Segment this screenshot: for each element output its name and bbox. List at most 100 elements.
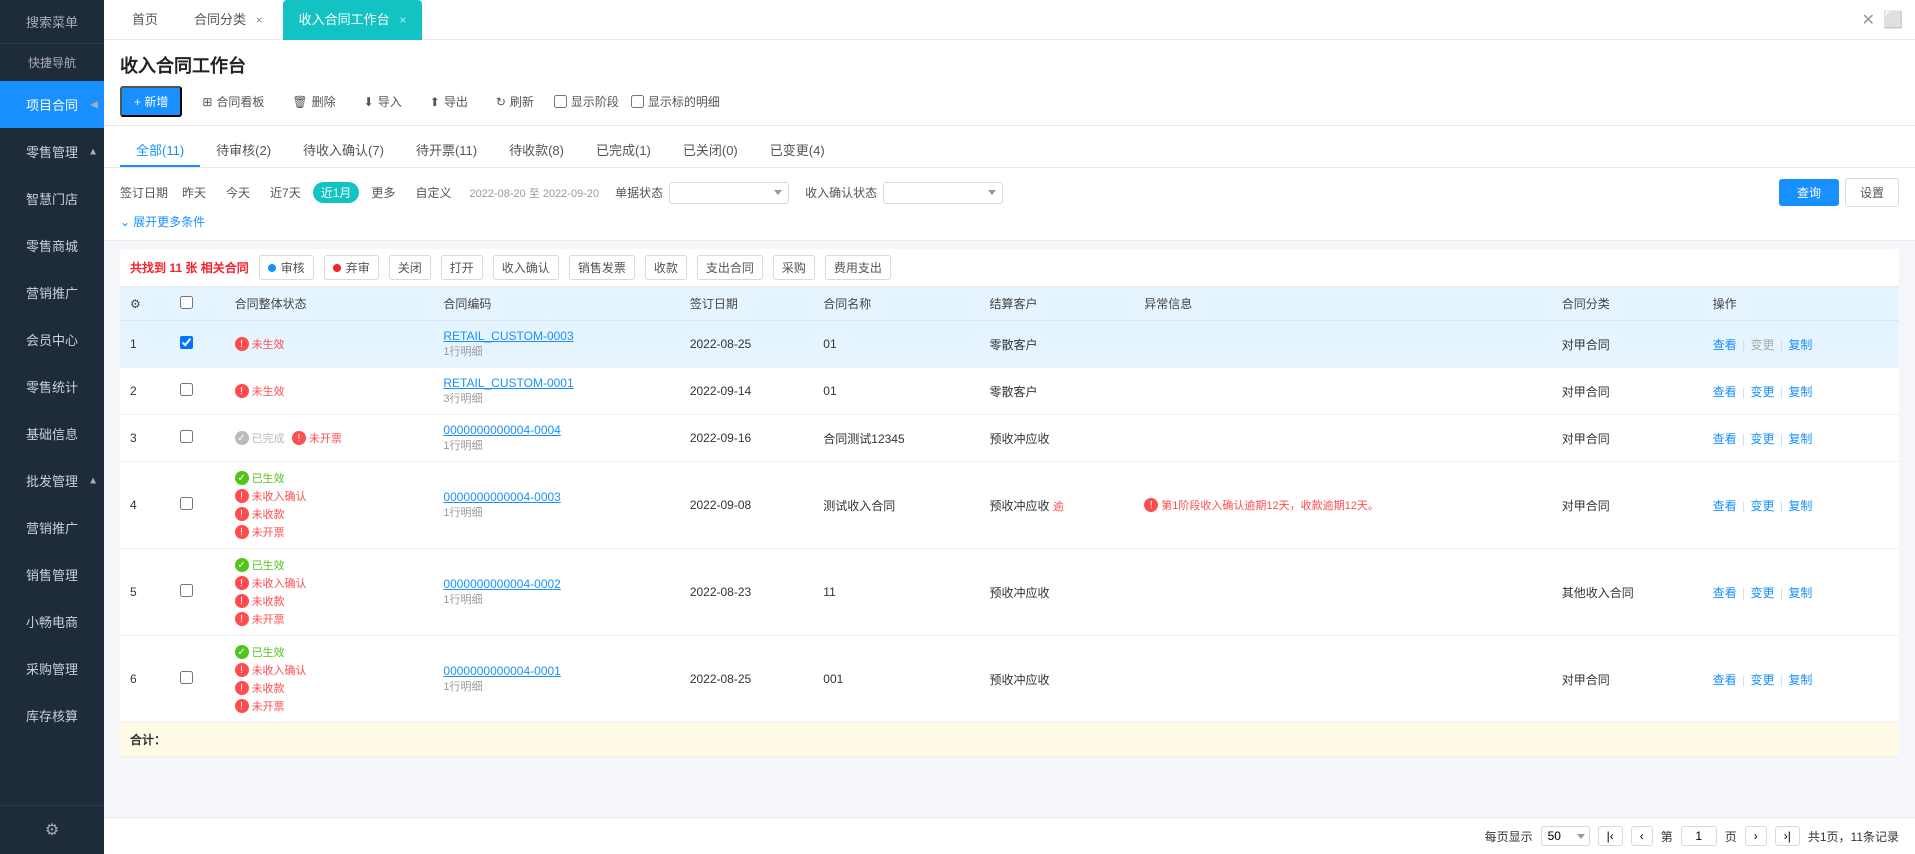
filter-tab-pending-review[interactable]: 待审核(2) [200, 134, 287, 167]
contract-code-link[interactable]: RETAIL_CUSTOM-0003 [443, 329, 573, 343]
filter-tab-completed[interactable]: 已完成(1) [580, 134, 667, 167]
filter-tab-pending-payment[interactable]: 待收款(8) [493, 134, 580, 167]
td-check[interactable] [170, 415, 224, 462]
purchase-button[interactable]: 采购 [773, 255, 815, 280]
page-input[interactable] [1681, 826, 1717, 846]
expense-contract-button[interactable]: 支出合同 [697, 255, 763, 280]
sidebar-item-stats[interactable]: 零售统计 [0, 363, 104, 410]
view-op-button[interactable]: 查看 [1713, 499, 1737, 513]
delete-button[interactable]: 🗑 删除 [284, 89, 343, 114]
sidebar-item-retail2[interactable]: 零售商城 [0, 222, 104, 269]
show-field-input[interactable] [554, 95, 567, 108]
date-opt-7days[interactable]: 近7天 [262, 182, 309, 203]
tab-contract-category[interactable]: 合同分类 × [178, 0, 279, 40]
prev-page-button[interactable]: ‹ [1631, 826, 1653, 846]
sidebar-item-wholesale[interactable]: 批发管理 [0, 457, 104, 504]
review-button[interactable]: 审核 [259, 255, 314, 280]
contract-code-link[interactable]: 0000000000004-0002 [443, 577, 560, 591]
doc-status-select[interactable] [669, 182, 789, 204]
copy-op-button[interactable]: 复制 [1788, 673, 1812, 687]
collection-button[interactable]: 收款 [645, 255, 687, 280]
last-page-button[interactable]: ›| [1775, 826, 1800, 846]
view-op-button[interactable]: 查看 [1713, 673, 1737, 687]
sidebar-item-stock[interactable]: 库存核算 [0, 692, 104, 739]
open-contract-button[interactable]: 打开 [441, 255, 483, 280]
sidebar-item-retail[interactable]: 零售管理 [0, 128, 104, 175]
filter-tab-closed[interactable]: 已关闭(0) [667, 134, 754, 167]
window-close-button[interactable]: ✕ [1862, 10, 1875, 30]
edit-op-button[interactable]: 变更 [1750, 432, 1774, 446]
edit-op-button[interactable]: 变更 [1750, 586, 1774, 600]
row-checkbox[interactable] [180, 430, 193, 443]
show-detail-checkbox[interactable]: 显示标的明细 [631, 93, 720, 110]
sales-invoice-button[interactable]: 销售发票 [569, 255, 635, 280]
sidebar-item-smart[interactable]: 智慧门店 [0, 175, 104, 222]
td-check[interactable] [170, 368, 224, 415]
tab-contract-workbench[interactable]: 收入合同工作台 × [283, 0, 423, 40]
refresh-button[interactable]: ↻ 刷新 [488, 89, 542, 114]
sidebar-item-sales[interactable]: 销售管理 [0, 551, 104, 598]
income-confirm-button[interactable]: 收入确认 [493, 255, 559, 280]
date-opt-yesterday[interactable]: 昨天 [174, 182, 214, 203]
view-op-button[interactable]: 查看 [1713, 385, 1737, 399]
edit-op-button[interactable]: 变更 [1750, 673, 1774, 687]
sidebar-item-member[interactable]: 会员中心 [0, 316, 104, 363]
kanban-button[interactable]: ⊞ 合同看板 [194, 89, 272, 114]
row-checkbox[interactable] [180, 383, 193, 396]
search-button[interactable]: 查询 [1779, 179, 1839, 206]
view-op-button[interactable]: 查看 [1713, 586, 1737, 600]
sidebar-item-marketing2[interactable]: 营销推广 [0, 504, 104, 551]
row-checkbox[interactable] [180, 336, 193, 349]
next-page-button[interactable]: › [1745, 826, 1767, 846]
first-page-button[interactable]: |‹ [1598, 826, 1623, 846]
page-size-select[interactable]: 50 100 200 [1541, 826, 1590, 846]
select-all-checkbox[interactable] [180, 296, 193, 309]
copy-op-button[interactable]: 复制 [1788, 432, 1812, 446]
settings-icon[interactable]: ⚙ [0, 805, 104, 854]
edit-op-button[interactable]: 变更 [1750, 385, 1774, 399]
date-opt-1month[interactable]: 近1月 [313, 182, 360, 203]
contract-code-link[interactable]: RETAIL_CUSTOM-0001 [443, 376, 573, 390]
td-check[interactable] [170, 321, 224, 368]
th-check[interactable] [170, 287, 224, 321]
filter-tab-pending-invoice[interactable]: 待开票(11) [400, 134, 493, 167]
row-checkbox[interactable] [180, 497, 193, 510]
td-check[interactable] [170, 636, 224, 723]
date-opt-today[interactable]: 今天 [218, 182, 258, 203]
copy-op-button[interactable]: 复制 [1788, 338, 1812, 352]
show-detail-input[interactable] [631, 95, 644, 108]
export-button[interactable]: ⬆ 导出 [422, 89, 476, 114]
date-opt-custom[interactable]: 自定义 [407, 182, 459, 203]
contract-code-link[interactable]: 0000000000004-0004 [443, 423, 560, 437]
copy-op-button[interactable]: 复制 [1788, 385, 1812, 399]
edit-op-button[interactable]: 变更 [1750, 499, 1774, 513]
close-contract-button[interactable]: 关闭 [389, 255, 431, 280]
date-opt-more[interactable]: 更多 [363, 182, 403, 203]
copy-op-button[interactable]: 复制 [1788, 586, 1812, 600]
td-check[interactable] [170, 549, 224, 636]
tab-home[interactable]: 首页 [116, 0, 174, 40]
sidebar-item-base[interactable]: 基础信息 [0, 410, 104, 457]
contract-code-link[interactable]: 0000000000004-0001 [443, 664, 560, 678]
tab-close-workbench[interactable]: × [399, 13, 406, 27]
sidebar-item-purchase[interactable]: 采购管理 [0, 645, 104, 692]
sidebar-item-marketing[interactable]: 营销推广 [0, 269, 104, 316]
view-op-button[interactable]: 查看 [1713, 432, 1737, 446]
th-settings[interactable]: ⚙ [120, 287, 170, 321]
copy-op-button[interactable]: 复制 [1788, 499, 1812, 513]
sidebar-item-ecom[interactable]: 小畅电商 [0, 598, 104, 645]
tab-close-category[interactable]: × [256, 13, 263, 27]
filter-tab-pending-confirm[interactable]: 待收入确认(7) [287, 134, 400, 167]
row-checkbox[interactable] [180, 671, 193, 684]
filter-tab-changed[interactable]: 已变更(4) [754, 134, 841, 167]
row-checkbox[interactable] [180, 584, 193, 597]
td-check[interactable] [170, 462, 224, 549]
show-field-checkbox[interactable]: 显示阶段 [554, 93, 619, 110]
setting-button[interactable]: 设置 [1845, 178, 1899, 207]
import-button[interactable]: ⬇ 导入 [356, 89, 410, 114]
contract-code-link[interactable]: 0000000000004-0003 [443, 490, 560, 504]
sidebar-quick-nav[interactable]: 快捷导航 [0, 44, 104, 81]
window-maximize-button[interactable]: ⬜ [1883, 10, 1903, 30]
sidebar-item-project[interactable]: 项目合同 [0, 81, 104, 128]
view-op-button[interactable]: 查看 [1713, 338, 1737, 352]
